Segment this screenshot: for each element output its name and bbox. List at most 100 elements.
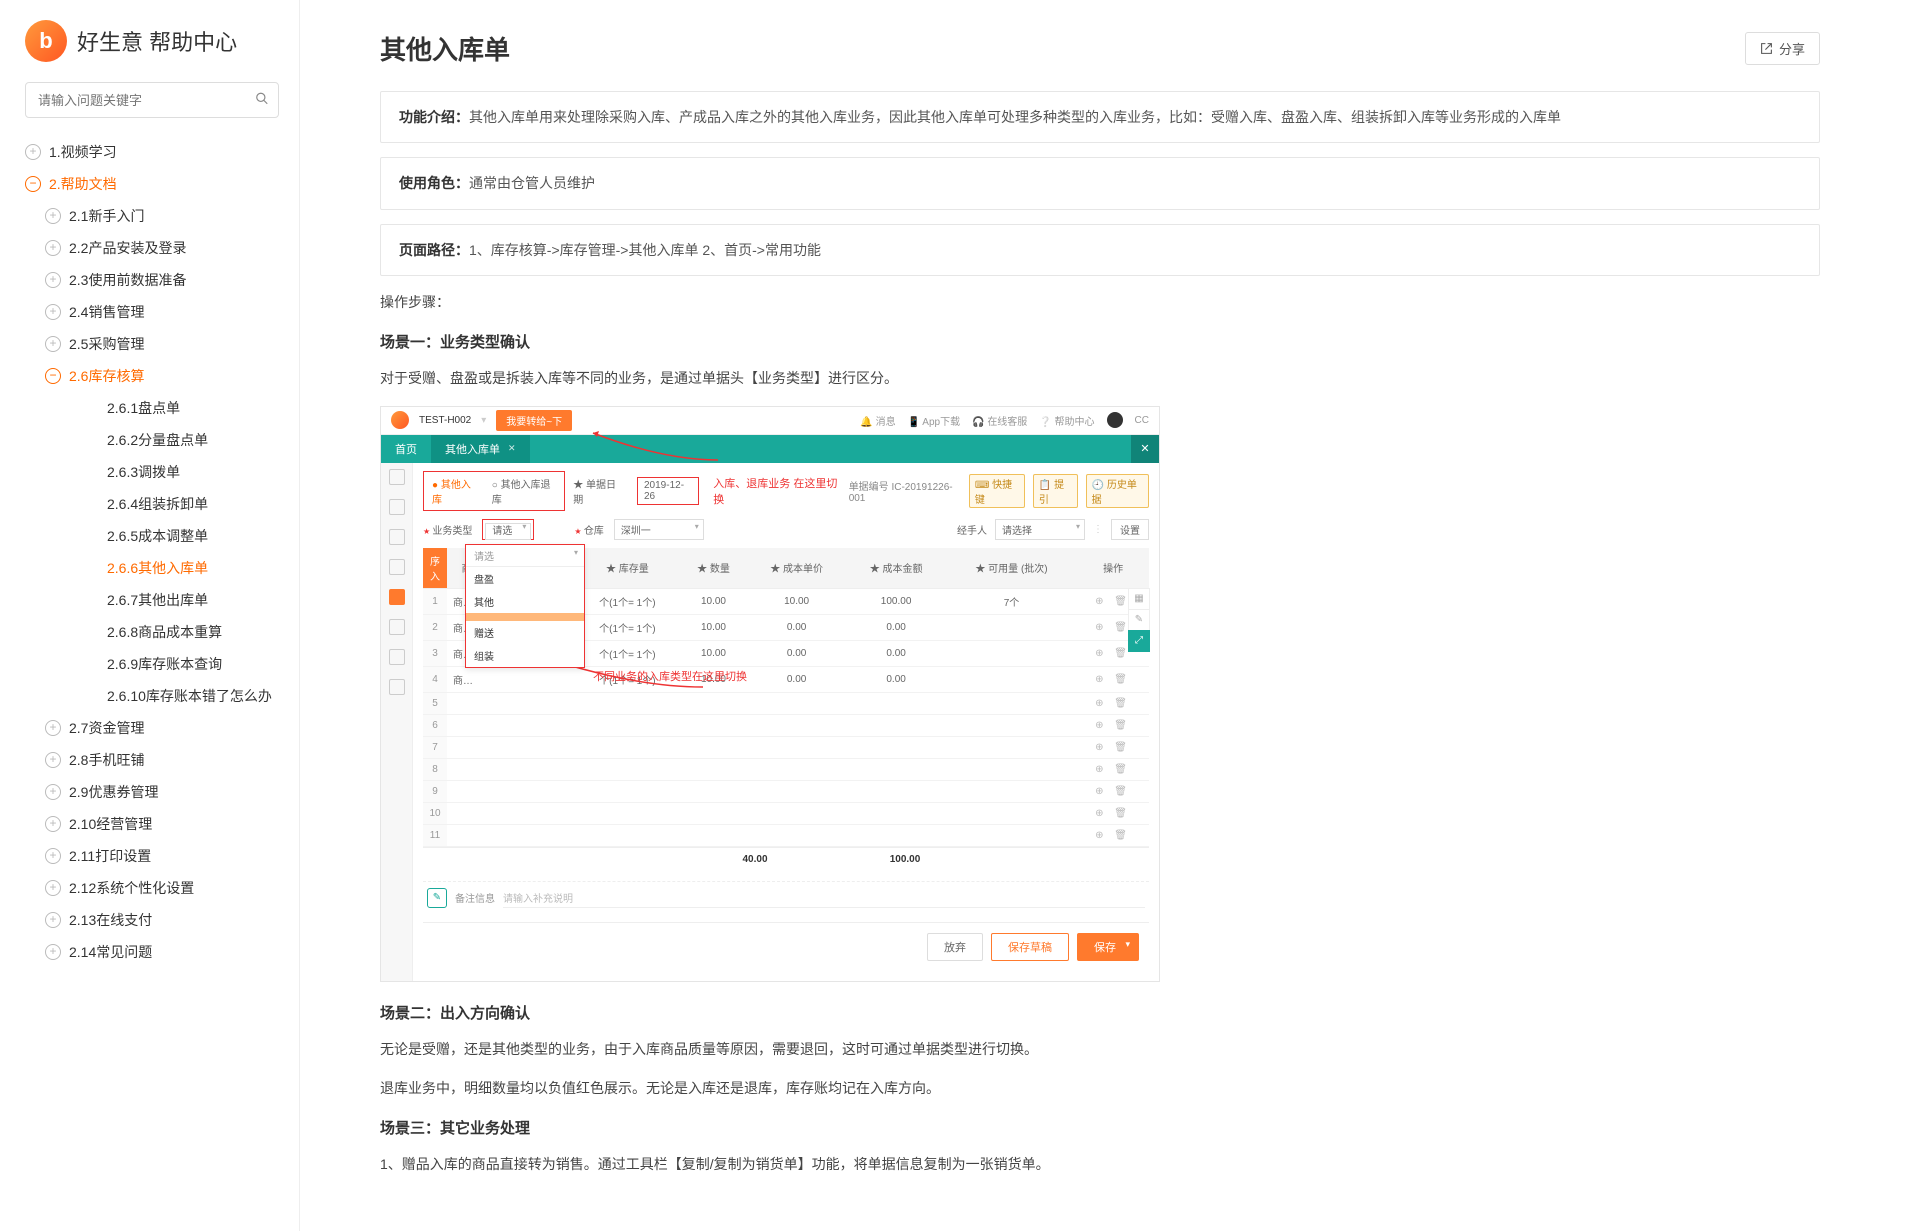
- ss-biztype-select: 请选: [485, 523, 531, 540]
- expand-icon: [45, 944, 61, 960]
- search-icon[interactable]: [255, 92, 269, 109]
- nav-item[interactable]: 2.7资金管理: [25, 712, 279, 744]
- collapse-icon: [45, 368, 61, 384]
- nav-item-label: 2.10经营管理: [69, 808, 152, 840]
- ss-save-button: 保存: [1077, 933, 1139, 961]
- expand-icon: [45, 784, 61, 800]
- ss-account: TEST-H002: [419, 415, 471, 426]
- expand-icon: [45, 240, 61, 256]
- nav-item[interactable]: 2.3使用前数据准备: [25, 264, 279, 296]
- logo: b 好生意 帮助中心: [25, 20, 279, 62]
- nav-icon: [389, 589, 405, 605]
- nav-item-label: 2.1新手入门: [69, 200, 144, 232]
- tool-icon: ✎: [1128, 609, 1150, 631]
- bullet-icon: [83, 688, 99, 704]
- ss-draft-button: 保存草稿: [991, 933, 1069, 961]
- role-box: 使用角色：通常由仓管人员维护: [380, 157, 1820, 209]
- expand-icon: [45, 208, 61, 224]
- search-input[interactable]: [25, 82, 279, 118]
- nav-icon: [389, 469, 405, 485]
- nav-item[interactable]: 2.6.5成本调整单: [25, 520, 279, 552]
- ss-topbar: TEST-H002 ▾ 我要转给~下 🔔 消息 📱 App下载 🎧 在线客服 ❔…: [381, 407, 1159, 435]
- nav-item[interactable]: 2.8手机旺铺: [25, 744, 279, 776]
- nav-item[interactable]: 2.13在线支付: [25, 904, 279, 936]
- scene1-desc: 对于受赠、盘盈或是拆装入库等不同的业务，是通过单据头【业务类型】进行区分。: [380, 366, 1820, 391]
- nav-item[interactable]: 2.帮助文档: [25, 168, 279, 200]
- expand-icon: [25, 144, 41, 160]
- nav-item-label: 2.12系统个性化设置: [69, 872, 194, 904]
- nav-item-label: 2.6.8商品成本重算: [107, 616, 222, 648]
- remark-icon: ✎: [427, 888, 447, 908]
- nav-item[interactable]: 2.12系统个性化设置: [25, 872, 279, 904]
- nav-item-label: 2.帮助文档: [49, 168, 117, 200]
- nav-item[interactable]: 2.6.3调拨单: [25, 456, 279, 488]
- close-icon: ✕: [1131, 435, 1159, 463]
- intro-box: 功能介绍：其他入库单用来处理除采购入库、产成品入库之外的其他入库业务，因此其他入…: [380, 91, 1820, 143]
- nav-item-label: 2.6.5成本调整单: [107, 520, 208, 552]
- nav-item[interactable]: 2.6.2分量盘点单: [25, 424, 279, 456]
- nav-item[interactable]: 2.6库存核算: [25, 360, 279, 392]
- nav-item[interactable]: 2.14常见问题: [25, 936, 279, 968]
- nav-item[interactable]: 2.6.8商品成本重算: [25, 616, 279, 648]
- nav-item[interactable]: 2.6.9库存账本查询: [25, 648, 279, 680]
- nav-item[interactable]: 1.视频学习: [25, 136, 279, 168]
- bullet-icon: [83, 464, 99, 480]
- nav-item-label: 2.6库存核算: [69, 360, 144, 392]
- nav-item[interactable]: 2.6.4组装拆卸单: [25, 488, 279, 520]
- nav-item-label: 2.8手机旺铺: [69, 744, 144, 776]
- nav-icon: [389, 499, 405, 515]
- expand-icon: [45, 880, 61, 896]
- nav-item-label: 2.4销售管理: [69, 296, 144, 328]
- ss-sidetools: ▦ ✎ ⤢: [1128, 588, 1150, 651]
- share-button[interactable]: 分享: [1745, 32, 1820, 65]
- share-icon: [1760, 42, 1773, 55]
- nav-item[interactable]: 2.6.1盘点单: [25, 392, 279, 424]
- search-box: [25, 82, 279, 118]
- nav-item-label: 2.9优惠券管理: [69, 776, 158, 808]
- nav-item-label: 2.7资金管理: [69, 712, 144, 744]
- nav-item[interactable]: 2.4销售管理: [25, 296, 279, 328]
- nav-item[interactable]: 2.5采购管理: [25, 328, 279, 360]
- nav-item[interactable]: 2.2产品安装及登录: [25, 232, 279, 264]
- nav-icon: [389, 679, 405, 695]
- expand-icon: [45, 272, 61, 288]
- expand-icon: [45, 720, 61, 736]
- nav-icon: [389, 649, 405, 665]
- nav-item-label: 1.视频学习: [49, 136, 117, 168]
- nav-item[interactable]: 2.6.6其他入库单: [25, 552, 279, 584]
- nav-item[interactable]: 2.9优惠券管理: [25, 776, 279, 808]
- ss-tab-current: 其他入库单✕: [431, 435, 530, 463]
- expand-icon: [45, 336, 61, 352]
- nav-item-label: 2.6.7其他出库单: [107, 584, 208, 616]
- collapse-icon: [25, 176, 41, 192]
- nav-item[interactable]: 2.6.10库存账本错了怎么办: [25, 680, 279, 712]
- path-box: 页面路径：1、库存核算->库存管理->其他入库单 2、首页->常用功能: [380, 224, 1820, 276]
- ss-tabbar: 首页 其他入库单✕ ✕: [381, 435, 1159, 463]
- nav-item-label: 2.5采购管理: [69, 328, 144, 360]
- nav-item-label: 2.6.4组装拆卸单: [107, 488, 208, 520]
- ss-type-switch: ● 其他入库 ○ 其他入库退库: [423, 471, 565, 511]
- scene1-title: 场景一：业务类型确认: [380, 331, 1820, 352]
- main-content: 其他入库单 分享 功能介绍：其他入库单用来处理除采购入库、产成品入库之外的其他入…: [300, 0, 1860, 1231]
- nav-item[interactable]: 2.6.7其他出库单: [25, 584, 279, 616]
- nav-item-label: 2.6.2分量盘点单: [107, 424, 208, 456]
- nav-item[interactable]: 2.1新手入门: [25, 200, 279, 232]
- expand-icon: [45, 816, 61, 832]
- ss-biztype-dropdown: 请选 盘盈 其他 赠送 组装: [465, 544, 585, 668]
- nav-item-label: 2.6.10库存账本错了怎么办: [107, 680, 272, 712]
- nav-item[interactable]: 2.11打印设置: [25, 840, 279, 872]
- ss-leftnav: [381, 463, 413, 981]
- ss-handler-select: 请选择: [995, 519, 1085, 540]
- nav-item-label: 2.14常见问题: [69, 936, 152, 968]
- nav-item[interactable]: 2.10经营管理: [25, 808, 279, 840]
- ss-promo-button: 我要转给~下: [496, 410, 572, 431]
- nav-tree: 1.视频学习2.帮助文档2.1新手入门2.2产品安装及登录2.3使用前数据准备2…: [25, 136, 279, 968]
- ss-warehouse-select: 深圳一: [614, 519, 704, 540]
- ss-total-qty: 40.00: [715, 854, 795, 865]
- nav-item-label: 2.3使用前数据准备: [69, 264, 186, 296]
- scene2-p1: 无论是受赠，还是其他类型的业务，由于入库商品质量等原因，需要退回，这时可通过单据…: [380, 1037, 1820, 1062]
- nav-icon: [389, 529, 405, 545]
- nav-item-label: 2.13在线支付: [69, 904, 152, 936]
- nav-item-label: 2.6.9库存账本查询: [107, 648, 222, 680]
- ss-date-field: 2019-12-26: [637, 477, 699, 505]
